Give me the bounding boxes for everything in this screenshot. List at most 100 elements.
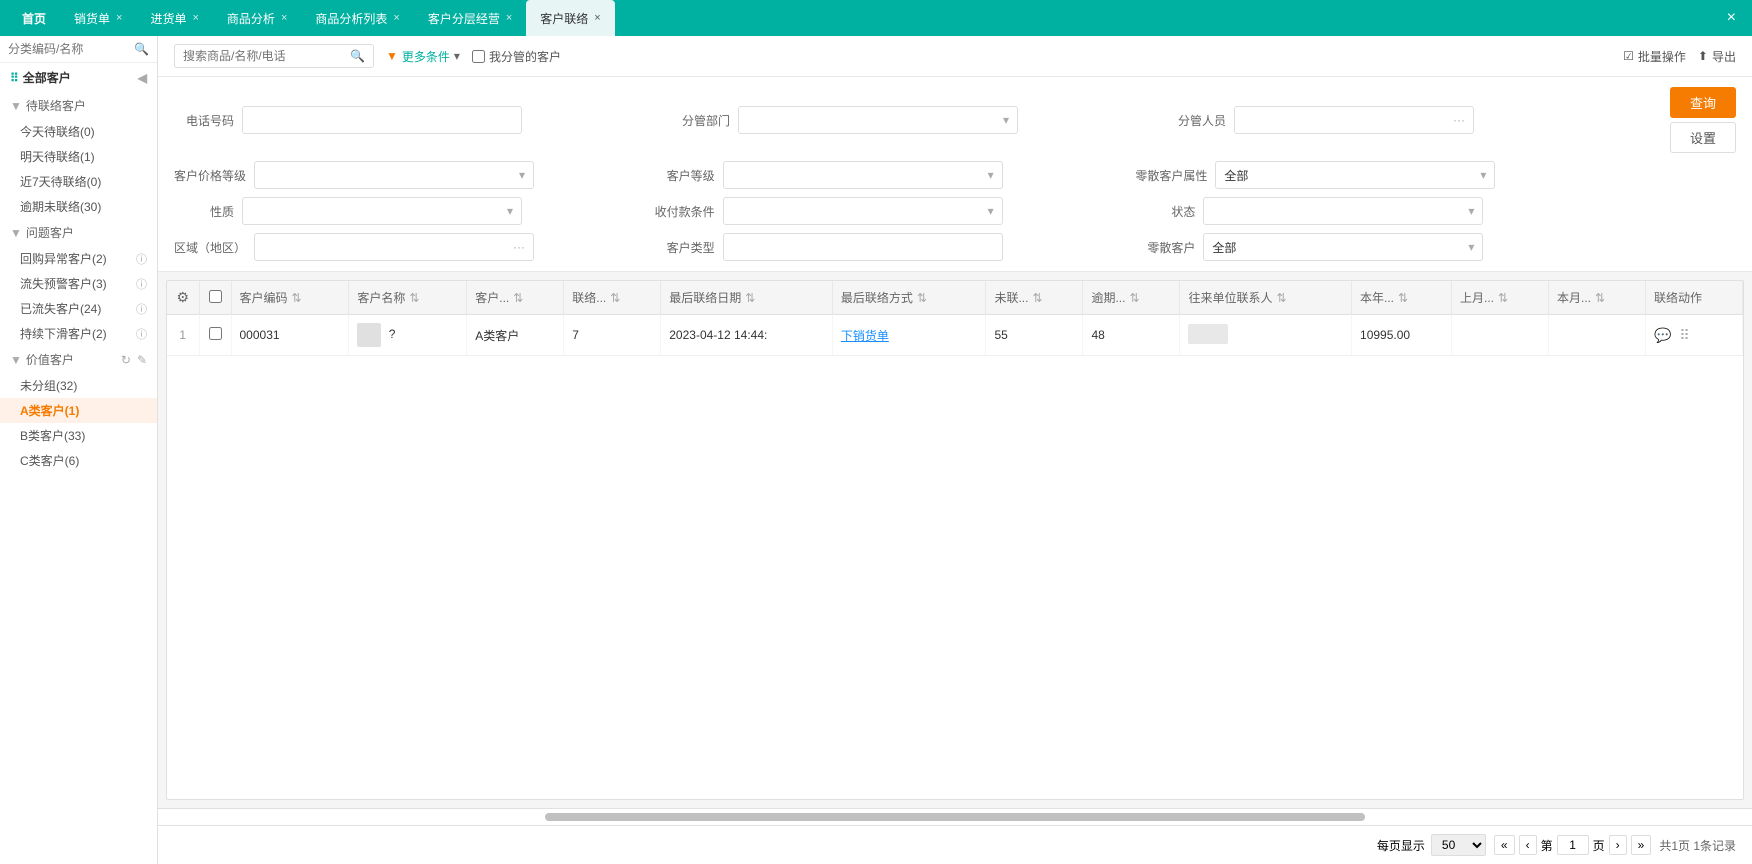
tab-customer-tier-close[interactable]: ×	[506, 12, 512, 24]
sidebar-search-icon[interactable]: 🔍	[134, 42, 149, 56]
scrollbar-thumb[interactable]	[545, 813, 1365, 821]
filter-retail-select[interactable]: 全部▾	[1203, 233, 1483, 261]
col-customer-code[interactable]: 客户编码 ⇅	[231, 281, 349, 315]
filter-phone-input[interactable]	[242, 106, 522, 134]
col-contact-person[interactable]: 往来单位联系人 ⇅	[1180, 281, 1352, 315]
query-button[interactable]: 查询	[1670, 87, 1736, 118]
filter-status-select[interactable]: ▾	[1203, 197, 1483, 225]
filter-nature-select[interactable]: ▾	[242, 197, 522, 225]
sort-icon-name[interactable]: ⇅	[409, 291, 419, 305]
col-gear[interactable]: ⚙	[167, 281, 199, 315]
col-checkbox[interactable]	[199, 281, 231, 315]
sidebar-item-c-class[interactable]: C类客户(6)	[0, 448, 157, 473]
select-all-checkbox[interactable]	[209, 290, 222, 303]
sidebar-search-input[interactable]	[8, 42, 130, 56]
sidebar-item-unclassified[interactable]: 未分组(32)	[0, 373, 157, 398]
sidebar-item-churned[interactable]: 已流失客户(24) ⓘ	[0, 296, 157, 321]
chat-icon[interactable]: 💬	[1654, 327, 1671, 344]
sidebar-item-b-class[interactable]: B类客户(33)	[0, 423, 157, 448]
filter-price-level-label: 客户价格等级	[174, 167, 246, 184]
filter-region: 区域（地区） ···	[174, 233, 631, 261]
tab-home[interactable]: 首页	[8, 0, 60, 36]
row-checkbox-cell[interactable]	[199, 315, 231, 356]
search-input[interactable]	[183, 49, 346, 63]
col-customer-name[interactable]: 客户名称 ⇅	[349, 281, 467, 315]
row-last-method[interactable]: 下销货单	[832, 315, 986, 356]
sidebar-item-declining[interactable]: 持续下滑客户(2) ⓘ	[0, 321, 157, 346]
col-current-month[interactable]: 本月... ⇅	[1548, 281, 1645, 315]
edit-icon[interactable]: ✎	[137, 353, 147, 367]
filter-customer-level-select[interactable]: ▾	[723, 161, 1003, 189]
filter-region-input[interactable]: ···	[254, 233, 534, 261]
tab-customer-contact[interactable]: 客户联络 ×	[526, 0, 614, 36]
sort-icon-type[interactable]: ⇅	[513, 291, 523, 305]
prev-page-btn[interactable]: ‹	[1519, 835, 1537, 855]
group-problem[interactable]: ▼ 问题客户	[0, 219, 157, 246]
filter-dept-select[interactable]: ▾	[738, 106, 1018, 134]
sort-icon-method[interactable]: ⇅	[917, 291, 927, 305]
tab-purchase-close[interactable]: ×	[192, 12, 198, 24]
filter-retail-attr-select[interactable]: 全部▾	[1215, 161, 1495, 189]
sidebar-item-a-class[interactable]: A类客户(1)	[0, 398, 157, 423]
tab-customer-tier[interactable]: 客户分层经营 ×	[414, 0, 526, 36]
per-page-select[interactable]: 50 100 200	[1431, 834, 1486, 856]
horizontal-scrollbar[interactable]	[545, 813, 1365, 821]
col-last-month[interactable]: 上月... ⇅	[1451, 281, 1548, 315]
first-page-btn[interactable]: «	[1494, 835, 1515, 855]
tab-analysis-list[interactable]: 商品分析列表 ×	[301, 0, 413, 36]
my-customers-checkbox[interactable]	[472, 50, 485, 63]
tab-analysis-list-close[interactable]: ×	[393, 12, 399, 24]
batch-op-btn[interactable]: ☑ 批量操作	[1623, 48, 1686, 65]
page-input[interactable]	[1557, 835, 1589, 855]
filter-person-input[interactable]: ···	[1234, 106, 1474, 134]
sidebar-item-today[interactable]: 今天待联络(0)	[0, 119, 157, 144]
tab-analysis-close[interactable]: ×	[281, 12, 287, 24]
col-last-contact-method[interactable]: 最后联络方式 ⇅	[832, 281, 986, 315]
group-value[interactable]: ▼ 价值客户 ↻ ✎	[0, 346, 157, 373]
sidebar-item-repurchase-anomaly[interactable]: 回购异常客户(2) ⓘ	[0, 246, 157, 271]
refresh-icon[interactable]: ↻	[121, 353, 131, 367]
sort-icon-code[interactable]: ⇅	[292, 291, 302, 305]
col-overdue[interactable]: 逾期... ⇅	[1083, 281, 1180, 315]
sidebar-item-overdue[interactable]: 逾期未联络(30)	[0, 194, 157, 219]
tab-analysis[interactable]: 商品分析 ×	[213, 0, 301, 36]
sort-icon-person[interactable]: ⇅	[1276, 291, 1286, 305]
row-checkbox[interactable]	[209, 327, 222, 340]
last-method-link[interactable]: 下销货单	[841, 329, 889, 343]
gear-icon[interactable]: ⚙	[176, 289, 189, 305]
last-page-btn[interactable]: »	[1631, 835, 1652, 855]
sort-icon-date[interactable]: ⇅	[745, 291, 755, 305]
export-btn[interactable]: ⬆ 导出	[1698, 48, 1736, 65]
settings-button[interactable]: 设置	[1670, 122, 1736, 153]
sidebar-item-7days[interactable]: 近7天待联络(0)	[0, 169, 157, 194]
sidebar-item-churn-warning[interactable]: 流失预警客户(3) ⓘ	[0, 271, 157, 296]
sort-icon-last-month[interactable]: ⇅	[1498, 291, 1508, 305]
sort-icon-year[interactable]: ⇅	[1398, 291, 1408, 305]
filter-price-level-select[interactable]: ▾	[254, 161, 534, 189]
tab-purchase[interactable]: 进货单 ×	[136, 0, 212, 36]
sort-icon-month[interactable]: ⇅	[1595, 291, 1605, 305]
tab-customer-contact-close[interactable]: ×	[594, 12, 600, 24]
tab-sales-close[interactable]: ×	[116, 12, 122, 24]
sidebar-item-tomorrow[interactable]: 明天待联络(1)	[0, 144, 157, 169]
col-contact-count[interactable]: 联络... ⇅	[564, 281, 661, 315]
search-icon[interactable]: 🔍	[350, 49, 365, 63]
filter-customer-type-input[interactable]	[723, 233, 1003, 261]
my-customers-toggle[interactable]: 我分管的客户	[472, 48, 561, 65]
col-not-contacted[interactable]: 未联... ⇅	[986, 281, 1083, 315]
close-app-icon[interactable]: ×	[1719, 9, 1744, 27]
all-customers-header[interactable]: ⠿ 全部客户 ◀	[0, 63, 157, 92]
sort-icon-overdue[interactable]: ⇅	[1129, 291, 1139, 305]
sort-icon-contact[interactable]: ⇅	[610, 291, 620, 305]
col-current-year[interactable]: 本年... ⇅	[1352, 281, 1452, 315]
tab-sales[interactable]: 销货单 ×	[60, 0, 136, 36]
sort-icon-not-contacted[interactable]: ⇅	[1032, 291, 1042, 305]
filter-payment-select[interactable]: ▾	[723, 197, 1003, 225]
collapse-icon[interactable]: ◀	[138, 71, 147, 85]
col-customer-type[interactable]: 客户... ⇅	[467, 281, 564, 315]
qr-icon[interactable]: ⠿	[1679, 327, 1689, 344]
more-filters-btn[interactable]: ▼ 更多条件 ▾	[386, 48, 460, 65]
next-page-btn[interactable]: ›	[1609, 835, 1627, 855]
col-last-contact-date[interactable]: 最后联络日期 ⇅	[661, 281, 833, 315]
group-pending-contact[interactable]: ▼ 待联络客户	[0, 92, 157, 119]
